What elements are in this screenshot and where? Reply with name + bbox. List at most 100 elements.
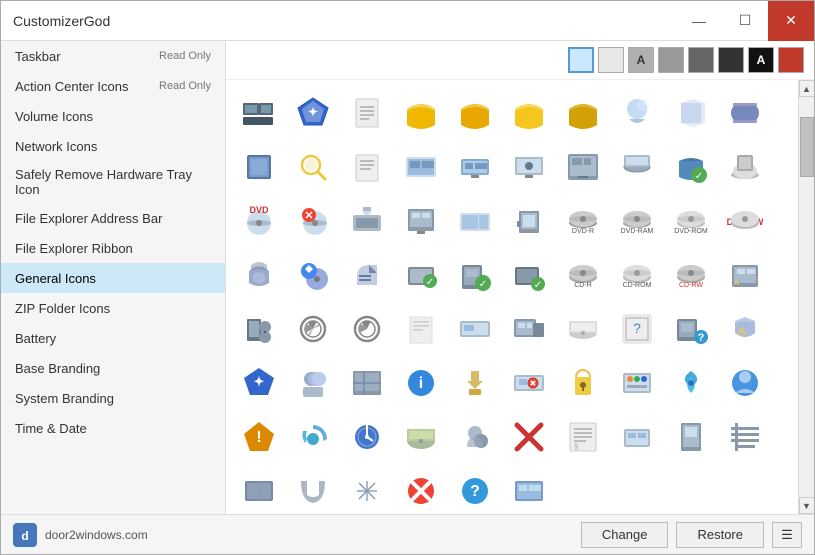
icon-cell[interactable]	[558, 304, 608, 354]
icon-cell[interactable]	[450, 142, 500, 192]
icon-cell[interactable]	[612, 412, 662, 462]
icon-cell[interactable]: ✓	[450, 250, 500, 300]
icon-cell[interactable]	[342, 196, 392, 246]
icon-cell[interactable]	[396, 142, 446, 192]
restore-button[interactable]: Restore	[676, 522, 764, 548]
icon-cell[interactable]: DVD-RW	[720, 196, 770, 246]
color-swatch-4[interactable]	[688, 47, 714, 73]
icon-cell[interactable]	[450, 88, 500, 138]
icon-cell[interactable]: A	[720, 304, 770, 354]
icon-cell[interactable]	[504, 88, 554, 138]
icon-cell[interactable]: ✦	[288, 88, 338, 138]
icon-cell[interactable]	[612, 358, 662, 408]
icon-cell[interactable]	[396, 304, 446, 354]
icon-cell[interactable]	[504, 142, 554, 192]
maximize-button[interactable]: ☐	[722, 1, 768, 41]
icon-cell[interactable]	[288, 358, 338, 408]
icon-cell[interactable]: CD-RW	[666, 250, 716, 300]
sidebar-item-safely-remove[interactable]: Safely Remove Hardware Tray Icon	[1, 161, 225, 203]
icon-cell[interactable]: CD-ROM	[612, 250, 662, 300]
icon-cell[interactable]	[396, 466, 446, 514]
sidebar-item-base-branding[interactable]: Base Branding	[1, 353, 225, 383]
sidebar-item-system-branding[interactable]: System Branding	[1, 383, 225, 413]
icon-cell[interactable]	[612, 142, 662, 192]
scroll-up-button[interactable]: ▲	[799, 80, 815, 97]
icon-cell[interactable]	[342, 466, 392, 514]
icon-cell[interactable]	[342, 250, 392, 300]
icon-cell[interactable]	[396, 196, 446, 246]
icon-cell[interactable]	[558, 88, 608, 138]
scroll-track[interactable]	[799, 97, 815, 497]
sidebar-item-taskbar[interactable]: Taskbar Read Only	[1, 41, 225, 71]
change-button[interactable]: Change	[581, 522, 669, 548]
icon-cell[interactable]: ✕	[288, 196, 338, 246]
sidebar-item-battery[interactable]: Battery	[1, 323, 225, 353]
icon-cell[interactable]	[558, 358, 608, 408]
icon-cell[interactable]: ✓	[666, 142, 716, 192]
icon-cell[interactable]	[450, 304, 500, 354]
icon-cell[interactable]	[396, 88, 446, 138]
icon-cell[interactable]: ✖	[504, 358, 554, 408]
icon-cell[interactable]: DVD-ROM	[666, 196, 716, 246]
icon-cell[interactable]: §	[558, 412, 608, 462]
icon-cell[interactable]	[234, 304, 284, 354]
color-swatch-1[interactable]	[598, 47, 624, 73]
icon-cell[interactable]	[342, 88, 392, 138]
close-button[interactable]: ✕	[768, 1, 814, 41]
icon-cell[interactable]: DVD-RAM	[612, 196, 662, 246]
icon-cell[interactable]	[666, 412, 716, 462]
icon-cell[interactable]	[450, 412, 500, 462]
color-swatch-a2[interactable]: A	[748, 47, 774, 73]
icon-cell[interactable]	[342, 304, 392, 354]
color-swatch-5[interactable]	[718, 47, 744, 73]
icon-cell[interactable]: A	[720, 250, 770, 300]
color-swatch-0[interactable]	[568, 47, 594, 73]
color-swatch-a1[interactable]: A	[628, 47, 654, 73]
icon-cell[interactable]	[288, 466, 338, 514]
icon-cell[interactable]	[288, 304, 338, 354]
sidebar-item-volume[interactable]: Volume Icons	[1, 101, 225, 131]
icon-cell[interactable]	[612, 88, 662, 138]
icon-cell[interactable]	[342, 142, 392, 192]
icon-cell[interactable]: ?	[612, 304, 662, 354]
icon-cell[interactable]	[234, 88, 284, 138]
icon-cell[interactable]: i	[396, 358, 446, 408]
icon-cell[interactable]: ✓	[504, 250, 554, 300]
sidebar-item-general-icons[interactable]: General Icons	[1, 263, 225, 293]
menu-button[interactable]: ☰	[772, 522, 802, 548]
icon-cell[interactable]: ?	[450, 466, 500, 514]
icon-cell[interactable]	[234, 250, 284, 300]
color-swatch-red[interactable]	[778, 47, 804, 73]
icon-cell[interactable]	[720, 142, 770, 192]
icon-cell[interactable]	[504, 466, 554, 514]
minimize-button[interactable]: —	[676, 1, 722, 41]
icon-cell[interactable]	[504, 412, 554, 462]
scroll-down-button[interactable]: ▼	[799, 497, 815, 514]
sidebar-item-time-date[interactable]: Time & Date	[1, 413, 225, 443]
icon-cell[interactable]	[504, 304, 554, 354]
icon-cell[interactable]: ?	[666, 304, 716, 354]
icon-cell[interactable]: ✦	[234, 358, 284, 408]
icon-cell[interactable]	[720, 358, 770, 408]
icon-cell[interactable]: ✓	[396, 250, 446, 300]
icon-cell[interactable]	[450, 196, 500, 246]
sidebar-item-action-center[interactable]: Action Center Icons Read Only	[1, 71, 225, 101]
icon-cell[interactable]	[720, 88, 770, 138]
icon-cell[interactable]: DVD	[234, 196, 284, 246]
icon-cell[interactable]	[666, 88, 716, 138]
scroll-thumb[interactable]	[800, 117, 814, 177]
icon-cell[interactable]	[558, 142, 608, 192]
sidebar-item-file-explorer-ribbon[interactable]: File Explorer Ribbon	[1, 233, 225, 263]
sidebar-item-zip-folder[interactable]: ZIP Folder Icons	[1, 293, 225, 323]
icon-cell[interactable]: !	[234, 412, 284, 462]
icon-cell[interactable]	[288, 412, 338, 462]
icon-cell[interactable]	[234, 466, 284, 514]
icon-cell[interactable]	[450, 358, 500, 408]
icon-cell[interactable]	[342, 358, 392, 408]
icon-cell[interactable]	[396, 412, 446, 462]
color-swatch-3[interactable]	[658, 47, 684, 73]
icon-cell[interactable]: CD-R	[558, 250, 608, 300]
sidebar-item-file-explorer-address[interactable]: File Explorer Address Bar	[1, 203, 225, 233]
icon-cell[interactable]: DVD-R	[558, 196, 608, 246]
icon-cell[interactable]	[288, 250, 338, 300]
